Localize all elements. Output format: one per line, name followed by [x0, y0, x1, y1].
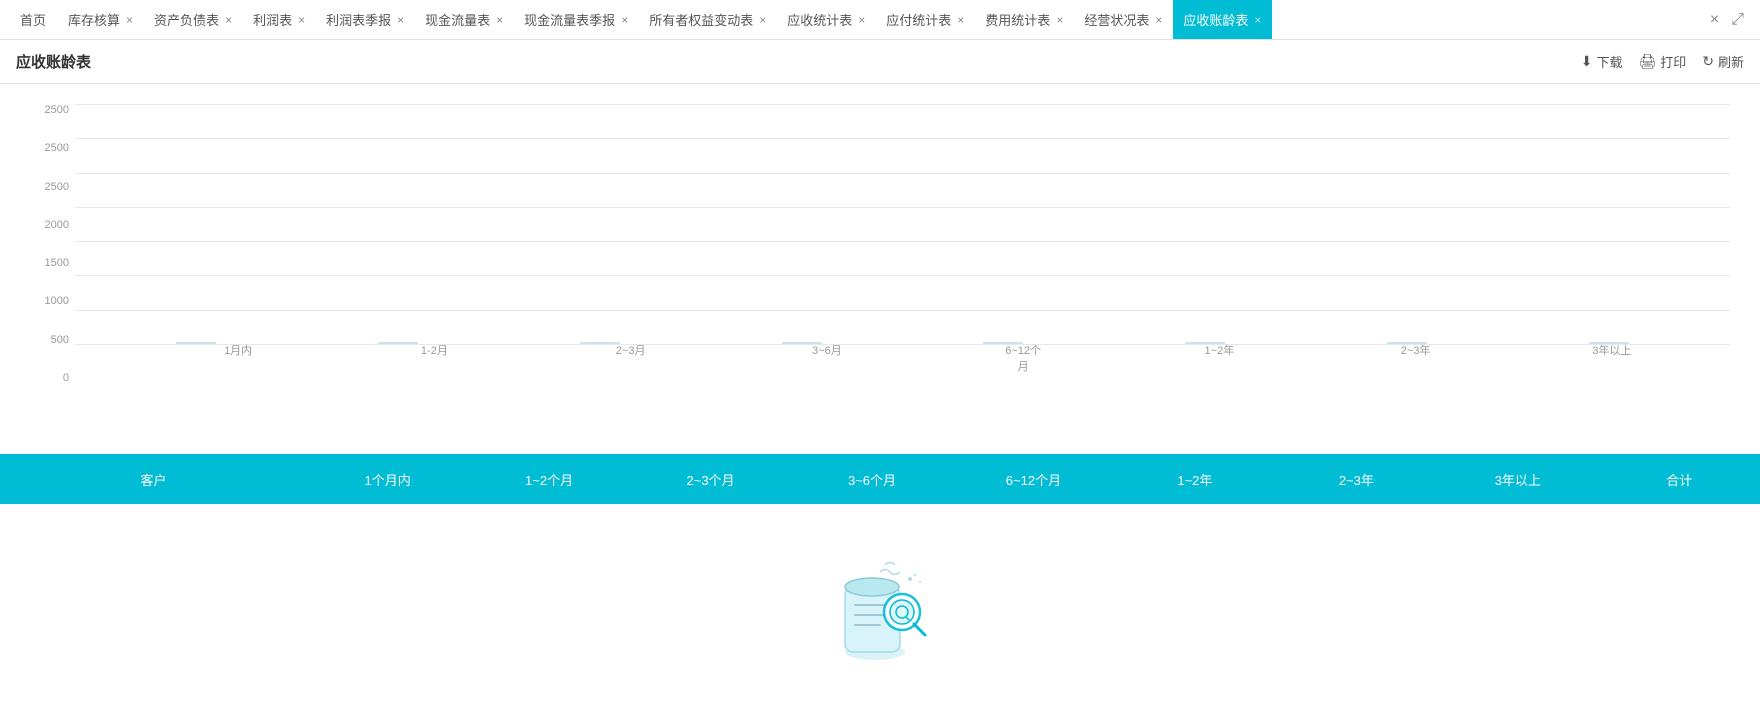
tab-ar-stats[interactable]: 应收统计表 × — [777, 0, 876, 40]
print-button[interactable]: 🖨 打印 — [1638, 52, 1686, 71]
th-1-2month: 1~2个月 — [468, 470, 629, 489]
chart-container: 2500 2500 2500 2000 1500 1000 500 0 — [30, 104, 1730, 384]
tab-home[interactable]: 首页 — [8, 10, 58, 29]
th-3-6month: 3~6个月 — [791, 470, 952, 489]
maximize-button[interactable]: ⤢ — [1731, 11, 1744, 29]
close-button[interactable]: × — [1710, 11, 1719, 29]
tab-balance-sheet[interactable]: 资产负债表 × — [144, 0, 243, 40]
window-controls: × ⤢ — [1710, 11, 1752, 29]
chart-plot: 1月内 1-2月 2~3月 3~6月 6~12个月 1~2年 2~3年 3年以上 — [75, 104, 1730, 344]
tab-close-profit[interactable]: × — [298, 13, 305, 27]
th-3year-plus: 3年以上 — [1437, 470, 1598, 489]
tab-cashflow-quarterly[interactable]: 现金流量表季报 × — [514, 0, 639, 40]
table-header: 客户 1个月内 1~2个月 2~3个月 3~6个月 6~12个月 1~2年 2~… — [0, 454, 1760, 504]
tab-close-cashflow-quarterly[interactable]: × — [621, 13, 628, 27]
download-icon: ⬇ — [1581, 53, 1593, 70]
th-6-12month: 6~12个月 — [953, 470, 1114, 489]
refresh-icon: ↻ — [1702, 53, 1714, 70]
bars-container — [75, 104, 1730, 344]
tab-close-expense-stats[interactable]: × — [1056, 13, 1063, 27]
th-1month: 1个月内 — [307, 470, 468, 489]
refresh-button[interactable]: ↻ 刷新 — [1702, 52, 1744, 71]
table-body — [0, 504, 1760, 720]
tab-bar: 首页 库存核算 × 资产负债表 × 利润表 × 利润表季报 × 现金流量表 × … — [0, 0, 1760, 40]
tab-ar-aging[interactable]: 应收账龄表 × — [1173, 0, 1272, 40]
page-title: 应收账龄表 — [16, 51, 91, 72]
tab-close-cashflow[interactable]: × — [496, 13, 503, 27]
tab-equity[interactable]: 所有者权益变动表 × — [639, 0, 777, 40]
tab-close-ap-stats[interactable]: × — [957, 13, 964, 27]
page-header: 应收账龄表 ⬇ 下载 🖨 打印 ↻ 刷新 — [0, 40, 1760, 84]
tab-ap-stats[interactable]: 应付统计表 × — [876, 0, 975, 40]
tab-cashflow[interactable]: 现金流量表 × — [415, 0, 514, 40]
tab-close-operations[interactable]: × — [1155, 13, 1162, 27]
tab-close-profit-quarterly[interactable]: × — [397, 13, 404, 27]
tab-inventory[interactable]: 库存核算 × — [58, 0, 144, 40]
tab-close-equity[interactable]: × — [759, 13, 766, 27]
download-button[interactable]: ⬇ 下载 — [1581, 52, 1623, 71]
tab-operations[interactable]: 经营状况表 × — [1074, 0, 1173, 40]
tab-profit-quarterly[interactable]: 利润表季报 × — [316, 0, 415, 40]
tab-close-balance-sheet[interactable]: × — [225, 13, 232, 27]
tab-close-ar-aging[interactable]: × — [1254, 13, 1261, 27]
th-2-3month: 2~3个月 — [630, 470, 791, 489]
tab-profit[interactable]: 利润表 × — [243, 0, 316, 40]
tab-close-inventory[interactable]: × — [126, 13, 133, 27]
print-icon: 🖨 — [1638, 53, 1656, 70]
th-total: 合计 — [1599, 470, 1760, 489]
th-1-2year: 1~2年 — [1114, 470, 1275, 489]
y-axis: 2500 2500 2500 2000 1500 1000 500 0 — [30, 104, 75, 384]
header-actions: ⬇ 下载 🖨 打印 ↻ 刷新 — [1581, 52, 1744, 71]
tab-expense-stats[interactable]: 费用统计表 × — [975, 0, 1074, 40]
x-axis: 1月内 1-2月 2~3月 3~6月 6~12个月 1~2年 2~3年 3年以上 — [120, 342, 1730, 374]
th-2-3year: 2~3年 — [1276, 470, 1437, 489]
chart-area: 2500 2500 2500 2000 1500 1000 500 0 — [0, 84, 1760, 394]
main-content: 2500 2500 2500 2000 1500 1000 500 0 — [0, 84, 1760, 720]
empty-illustration — [820, 557, 940, 667]
th-customer: 客户 — [0, 470, 307, 489]
tab-close-ar-stats[interactable]: × — [858, 13, 865, 27]
